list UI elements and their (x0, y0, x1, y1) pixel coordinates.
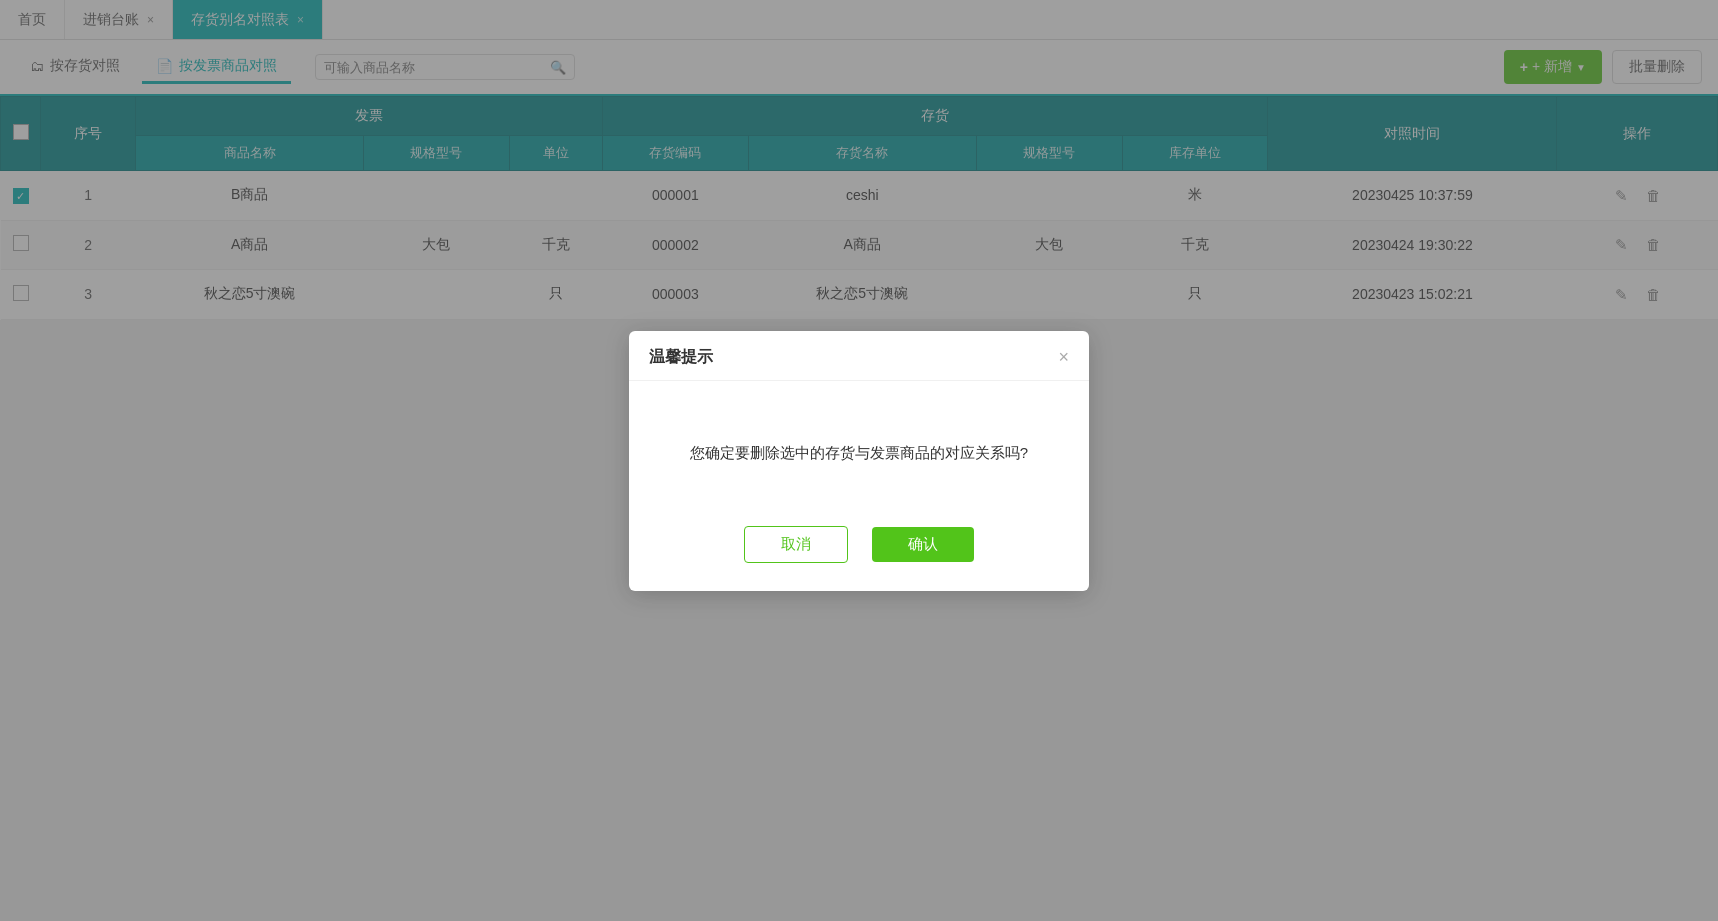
modal-overlay: 温馨提示 × 您确定要删除选中的存货与发票商品的对应关系吗? 取消 确认 (0, 0, 1718, 320)
